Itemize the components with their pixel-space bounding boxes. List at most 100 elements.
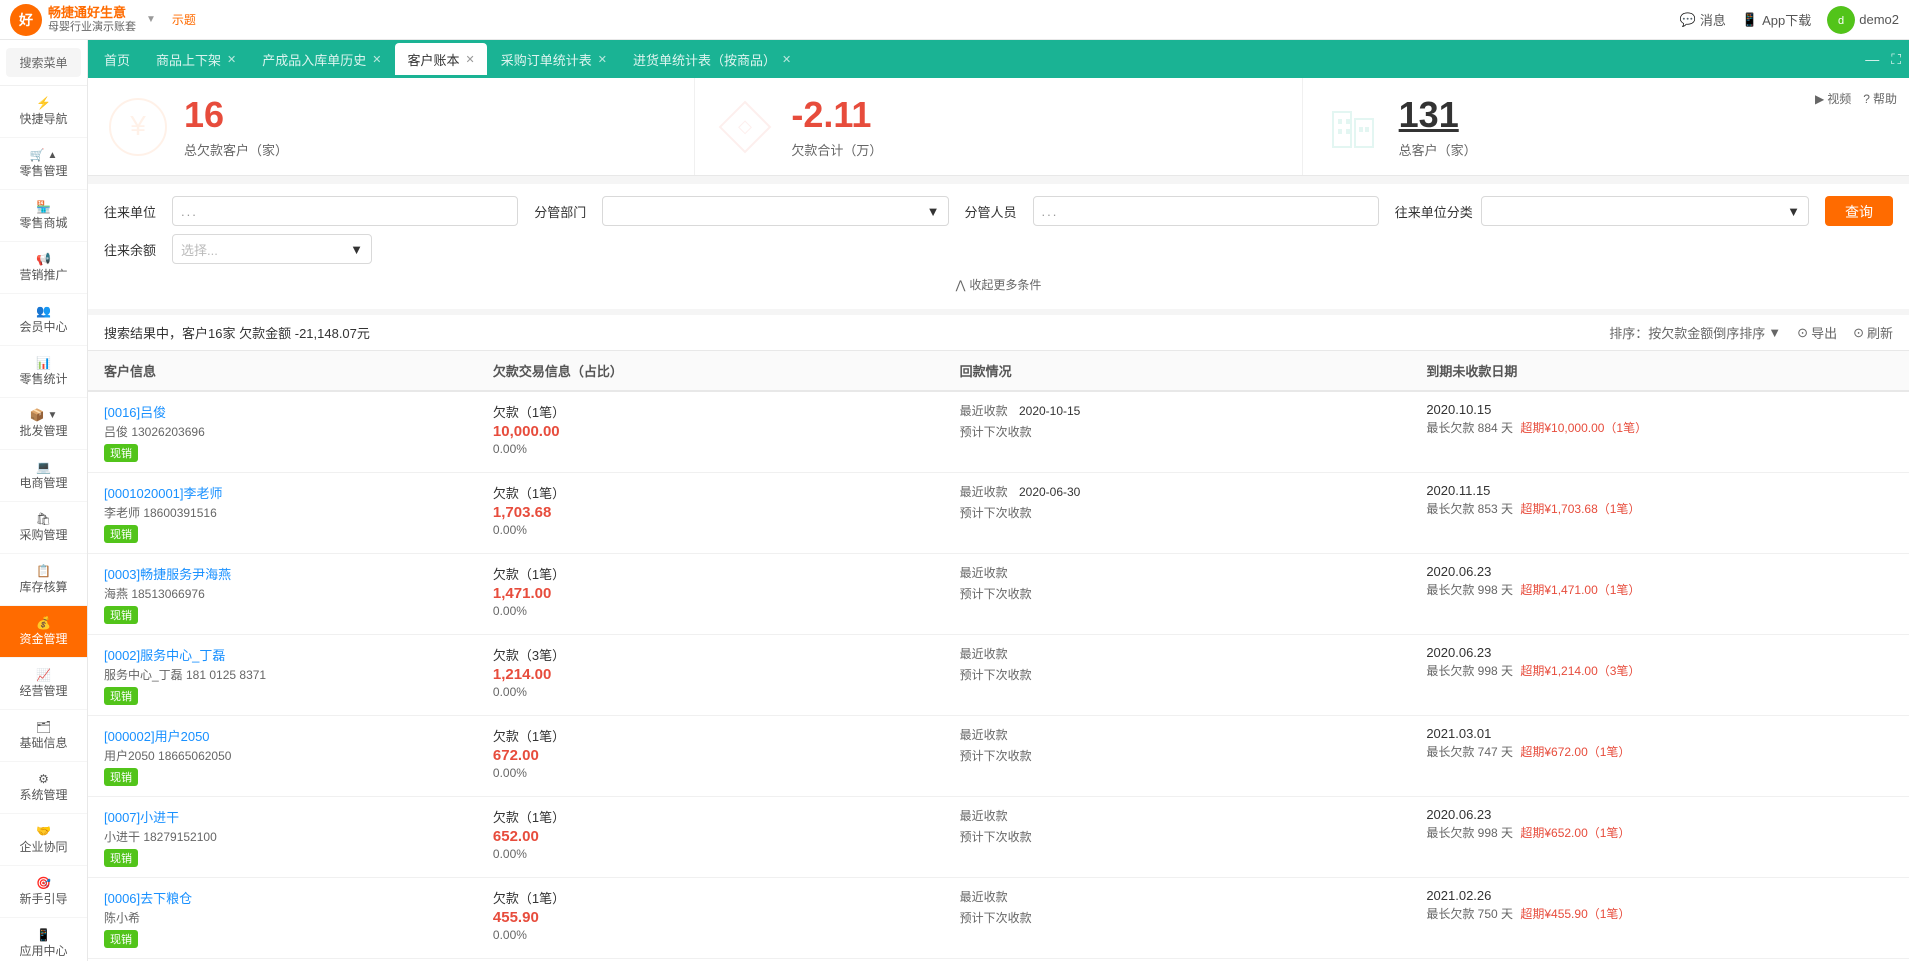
debt-amount[interactable]: 455.90 bbox=[493, 909, 960, 926]
total-customers-label: 总客户（家） bbox=[1399, 140, 1477, 159]
customer-name-link[interactable]: [0001020001]李老师 bbox=[104, 483, 493, 502]
filter-dept-select[interactable]: ▼ bbox=[602, 196, 948, 226]
sidebar-search-btn[interactable]: 搜索菜单 bbox=[6, 48, 81, 77]
overdue-link[interactable]: 超期¥672.00（1笔） bbox=[1520, 745, 1630, 759]
overdue-link[interactable]: 超期¥455.90（1笔） bbox=[1520, 907, 1630, 921]
tab-minimize-btn[interactable]: — bbox=[1861, 49, 1883, 69]
filter-balance-label: 往来余额 bbox=[104, 240, 164, 259]
message-btn[interactable]: 💬 消息 bbox=[1680, 10, 1726, 29]
debt-amount[interactable]: 1,214.00 bbox=[493, 666, 960, 683]
tab-stock-stats[interactable]: 进货单统计表（按商品） ✕ bbox=[621, 43, 803, 75]
sidebar-item-quick-nav[interactable]: ⚡ 快捷导航 bbox=[0, 86, 87, 138]
tab-maximize-btn[interactable]: ⛶ bbox=[1887, 49, 1905, 70]
sidebar-item-retail-stats[interactable]: 📊 零售统计 bbox=[0, 346, 87, 398]
app-download-label: App下载 bbox=[1762, 10, 1811, 29]
debt-amount[interactable]: 1,703.68 bbox=[493, 504, 960, 521]
tab-finished-product-close[interactable]: ✕ bbox=[372, 53, 381, 66]
sidebar-item-marketing[interactable]: 📢 营销推广 bbox=[0, 242, 87, 294]
sidebar-item-inventory[interactable]: 📋 库存核算 bbox=[0, 554, 87, 606]
top-bar-right: 💬 消息 📱 App下载 d demo2 bbox=[1680, 6, 1899, 34]
stat-info-total-customers: 131 总客户（家） bbox=[1399, 94, 1477, 159]
svg-text:d: d bbox=[1838, 15, 1844, 27]
sidebar-item-member[interactable]: 👥 会员中心 bbox=[0, 294, 87, 346]
debt-count: 欠款（1笔） bbox=[493, 564, 960, 583]
sidebar-item-system[interactable]: ⚙ 系统管理 bbox=[0, 762, 87, 814]
demo-tag[interactable]: 示题 bbox=[172, 11, 196, 28]
sidebar-item-purchase[interactable]: 🛍 采购管理 bbox=[0, 502, 87, 554]
collapse-more-btn[interactable]: ⋀ 收起更多条件 bbox=[104, 272, 1893, 297]
filter-department: 分管部门 ▼ bbox=[534, 196, 948, 226]
tab-product-listing[interactable]: 商品上下架 ✕ bbox=[144, 43, 248, 75]
filter-person-dots: ... bbox=[1042, 204, 1059, 219]
sidebar-item-finance[interactable]: 💰 资金管理 bbox=[0, 606, 87, 658]
tab-customer-account[interactable]: 客户账本 ✕ bbox=[395, 43, 486, 75]
debt-info-cell: 欠款（1笔） 1,471.00 0.00% bbox=[493, 564, 960, 618]
video-btn[interactable]: ▶ 视频 bbox=[1815, 90, 1851, 107]
sidebar-label-member: 会员中心 bbox=[4, 318, 83, 335]
customer-name-link[interactable]: [0016]吕俊 bbox=[104, 402, 493, 421]
repay-date: 2020-10-15 bbox=[1019, 404, 1080, 418]
sort-select[interactable]: 排序：按欠款金额倒序排序 ▼ bbox=[1609, 323, 1781, 342]
sidebar-item-app-center[interactable]: 📱 应用中心 bbox=[0, 918, 87, 961]
filter-unit-class-select[interactable]: ▼ bbox=[1481, 196, 1809, 226]
user-avatar-area[interactable]: d demo2 bbox=[1827, 6, 1899, 34]
customer-name-link[interactable]: [000002]用户2050 bbox=[104, 726, 493, 745]
sidebar-item-enterprise[interactable]: 🤝 企业协同 bbox=[0, 814, 87, 866]
help-btn[interactable]: ? 帮助 bbox=[1863, 90, 1897, 107]
filter-customer-unit-input[interactable]: ... bbox=[172, 196, 518, 226]
overdue-link[interactable]: 超期¥652.00（1笔） bbox=[1520, 826, 1630, 840]
tab-product-listing-close[interactable]: ✕ bbox=[227, 53, 236, 66]
tab-purchase-stats[interactable]: 采购订单统计表 ✕ bbox=[489, 43, 619, 75]
sidebar-item-business[interactable]: 📈 经营管理 bbox=[0, 658, 87, 710]
overdue-customers-label: 总欠款客户（家） bbox=[184, 140, 288, 159]
repay-latest-label: 最近收款 bbox=[960, 564, 1427, 581]
collapse-icon: ⋀ bbox=[956, 278, 966, 292]
overdue-link[interactable]: 超期¥10,000.00（1笔） bbox=[1520, 421, 1647, 435]
debt-amount[interactable]: 672.00 bbox=[493, 747, 960, 764]
export-btn[interactable]: ⊙ 导出 bbox=[1797, 323, 1837, 342]
repayment-cell: 最近收款 预计下次收款 bbox=[960, 564, 1427, 602]
overdue-days: 最长欠款 853 天 超期¥1,703.68（1笔） bbox=[1426, 500, 1893, 517]
repay-next-label: 预计下次收款 bbox=[960, 909, 1427, 926]
table-row: [0007]小进干 小进干 18279152100 现销 欠款（1笔） 652.… bbox=[88, 797, 1909, 878]
collapse-label: 收起更多条件 bbox=[969, 276, 1041, 293]
sidebar-item-basic[interactable]: 🗂 基础信息 bbox=[0, 710, 87, 762]
filter-person-input[interactable]: ... bbox=[1033, 196, 1379, 226]
stat-actions: ▶ 视频 ? 帮助 bbox=[1815, 90, 1897, 107]
debt-amount[interactable]: 652.00 bbox=[493, 828, 960, 845]
tab-home[interactable]: 首页 bbox=[92, 43, 142, 75]
customer-name-link[interactable]: [0007]小进干 bbox=[104, 807, 493, 826]
company-dropdown-icon[interactable]: ▼ bbox=[146, 14, 156, 25]
sidebar-label-retail-mall: 零售商城 bbox=[4, 214, 83, 231]
filter-balance-select[interactable]: 选择... ▼ bbox=[172, 234, 372, 264]
sidebar-label-inventory: 库存核算 bbox=[4, 578, 83, 595]
customer-name-link[interactable]: [0006]去下粮仓 bbox=[104, 888, 493, 907]
sidebar-item-retail-mall[interactable]: 🏪 零售商城 bbox=[0, 190, 87, 242]
customer-name-link[interactable]: [0003]畅捷服务尹海燕 bbox=[104, 564, 493, 583]
app-title: 畅捷通好生意 bbox=[48, 5, 136, 21]
overdue-link[interactable]: 超期¥1,471.00（1笔） bbox=[1520, 583, 1640, 597]
stat-info-overdue-customers: 16 总欠款客户（家） bbox=[184, 94, 288, 159]
export-icon: ⊙ bbox=[1797, 325, 1808, 341]
repayment-cell: 最近收款 预计下次收款 bbox=[960, 807, 1427, 845]
sidebar-item-retail-mgmt[interactable]: 🛒 ▲ 零售管理 bbox=[0, 138, 87, 190]
customer-name-link[interactable]: [0002]服务中心_丁磊 bbox=[104, 645, 493, 664]
debt-amount[interactable]: 1,471.00 bbox=[493, 585, 960, 602]
tab-purchase-stats-close[interactable]: ✕ bbox=[598, 53, 607, 66]
overdue-link[interactable]: 超期¥1,703.68（1笔） bbox=[1520, 502, 1640, 516]
debt-amount[interactable]: 10,000.00 bbox=[493, 423, 960, 440]
search-button[interactable]: 查询 bbox=[1825, 196, 1893, 226]
sidebar-item-batch-mgmt[interactable]: 📦 ▼ 批发管理 bbox=[0, 398, 87, 450]
customer-meta: 用户2050 18665062050 bbox=[104, 747, 493, 764]
chevron-down-icon: ▲ bbox=[48, 150, 58, 161]
overdue-link[interactable]: 超期¥1,214.00（3笔） bbox=[1520, 664, 1640, 678]
sidebar-item-ecommerce[interactable]: 💻 电商管理 bbox=[0, 450, 87, 502]
tab-finished-product[interactable]: 产成品入库单历史 ✕ bbox=[250, 43, 393, 75]
tab-customer-account-close[interactable]: ✕ bbox=[466, 53, 475, 66]
overdue-cell: 2020.06.23 最长欠款 998 天 超期¥1,214.00（3笔） bbox=[1426, 645, 1893, 679]
app-download-btn[interactable]: 📱 App下载 bbox=[1742, 10, 1811, 29]
sidebar-item-newbie[interactable]: 🎯 新手引导 bbox=[0, 866, 87, 918]
refresh-btn[interactable]: ⊙ 刷新 bbox=[1853, 323, 1893, 342]
repayment-cell: 最近收款 预计下次收款 bbox=[960, 726, 1427, 764]
tab-stock-stats-close[interactable]: ✕ bbox=[782, 53, 791, 66]
